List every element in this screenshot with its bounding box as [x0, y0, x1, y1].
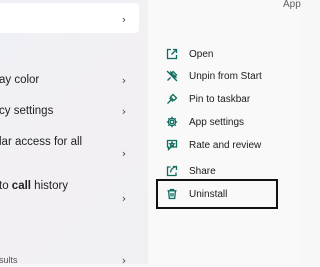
- share-icon: [166, 165, 178, 177]
- result-label: to call history: [0, 180, 69, 192]
- result-label: ay color: [0, 74, 40, 86]
- menu-item-label: Rate and review: [189, 139, 262, 151]
- pin-icon: [166, 93, 178, 105]
- result-item-more-results[interactable]: sults ›: [0, 253, 148, 267]
- result-label: cy settings: [0, 105, 54, 117]
- menu-item-label: Unpin from Start: [189, 70, 262, 82]
- open-icon: [166, 48, 178, 60]
- star-icon: [166, 139, 178, 151]
- unpin-icon: [166, 70, 178, 82]
- menu-item-open[interactable]: Open: [166, 44, 296, 64]
- result-item-privacy-settings[interactable]: cy settings ›: [0, 100, 148, 122]
- chevron-right-icon: ›: [121, 146, 127, 160]
- chevron-right-icon: ›: [121, 253, 127, 267]
- menu-item-label: Open: [189, 48, 214, 60]
- menu-item-rate-and-review[interactable]: Rate and review: [166, 135, 296, 155]
- app-title: App: [283, 0, 301, 10]
- chevron-right-icon: ›: [121, 191, 127, 205]
- uninstall-highlight-box: [156, 179, 278, 209]
- gear-icon: [166, 116, 178, 128]
- chevron-right-icon: ›: [121, 73, 127, 87]
- result-item-display-color[interactable]: ay color ›: [0, 69, 148, 91]
- menu-item-label: Share: [189, 165, 216, 177]
- app-context-panel: [148, 0, 300, 264]
- top-result-chevron-icon[interactable]: ›: [119, 13, 129, 26]
- chevron-right-icon: ›: [121, 104, 127, 118]
- menu-item-share[interactable]: Share: [166, 161, 296, 181]
- menu-item-pin-to-taskbar[interactable]: Pin to taskbar: [166, 89, 296, 109]
- menu-item-label: App settings: [189, 116, 245, 128]
- menu-item-label: Pin to taskbar: [189, 93, 251, 105]
- menu-item-app-settings[interactable]: App settings: [166, 112, 296, 132]
- result-label: lar access for all: [0, 136, 83, 148]
- menu-item-unpin-from-start[interactable]: Unpin from Start: [166, 66, 296, 86]
